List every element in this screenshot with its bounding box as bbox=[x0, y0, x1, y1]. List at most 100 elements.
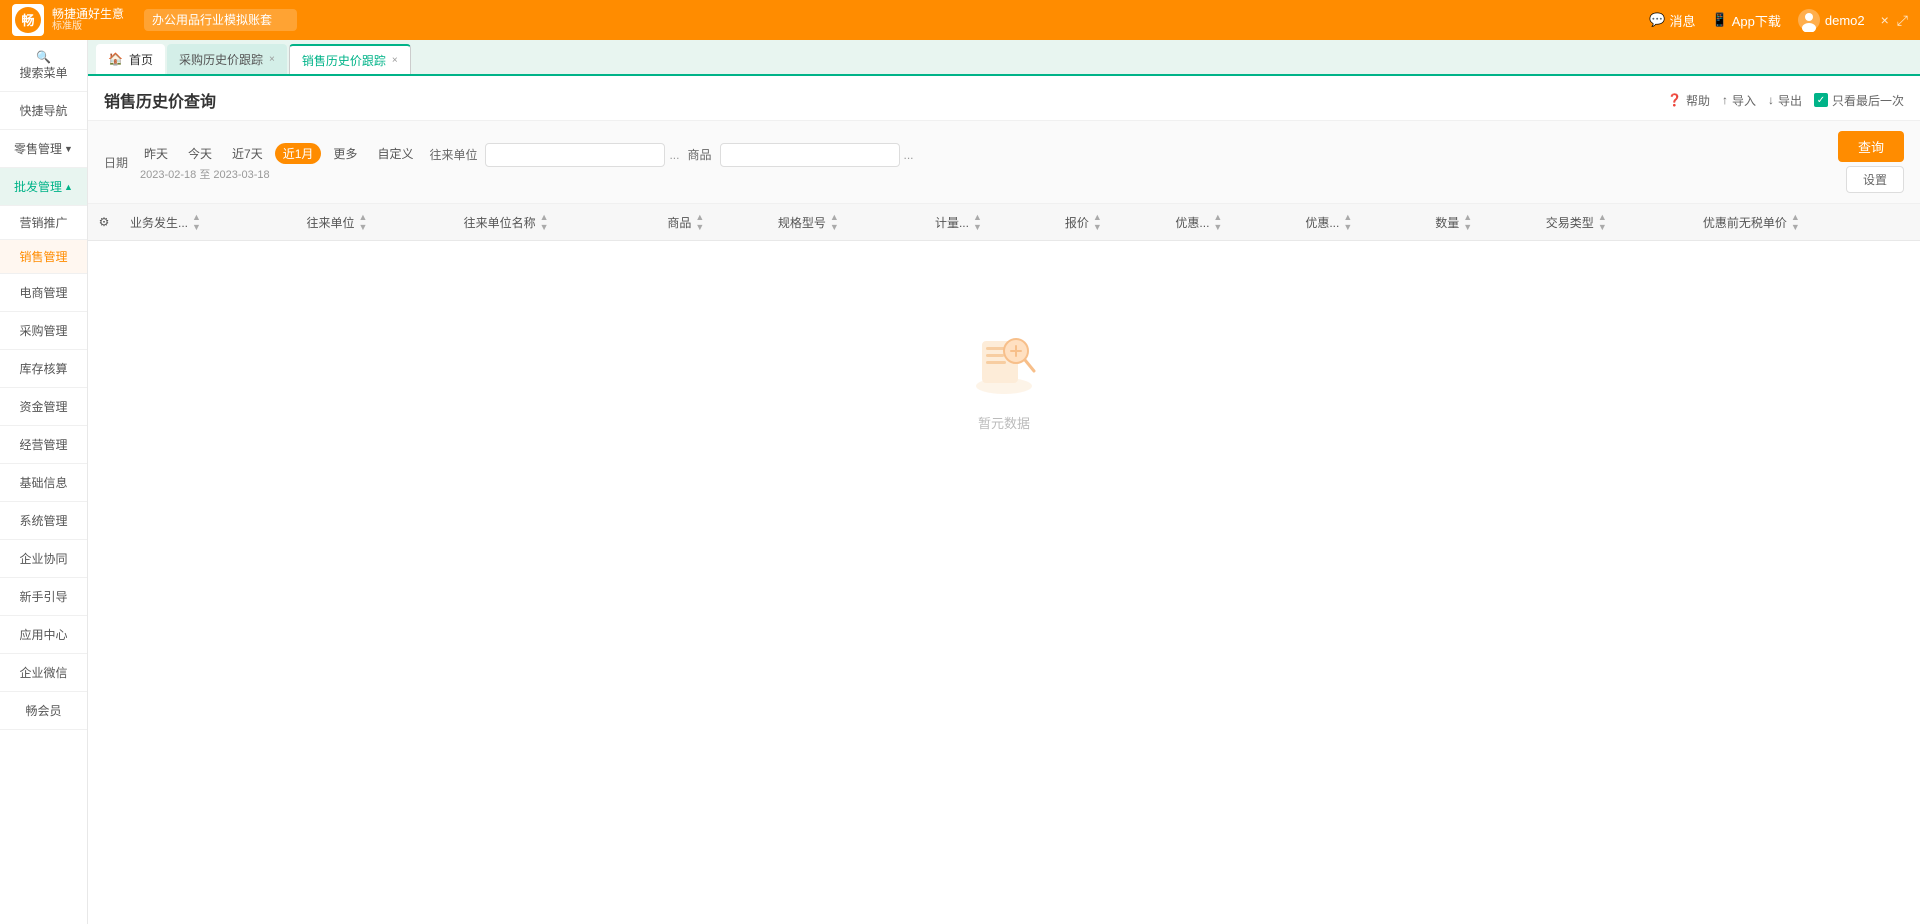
tab-home[interactable]: 🏠 首页 bbox=[96, 44, 165, 74]
partner-input-group: ... bbox=[485, 143, 679, 167]
sort-icon-8: ▲▼ bbox=[1213, 212, 1222, 232]
sidebar-item-ecommerce[interactable]: 电商管理 bbox=[0, 274, 87, 312]
partner-dots[interactable]: ... bbox=[669, 148, 679, 162]
sidebar-item-quick-nav[interactable]: 快捷导航 bbox=[0, 92, 87, 130]
app-logo: 畅 bbox=[12, 4, 44, 36]
settings-button[interactable]: 设置 bbox=[1846, 166, 1904, 193]
table-col-discount1[interactable]: 优惠... ▲▼ bbox=[1165, 204, 1295, 241]
empty-illustration bbox=[964, 321, 1044, 401]
message-btn[interactable]: 💬 消息 bbox=[1649, 11, 1695, 30]
sidebar-item-marketing[interactable]: 营销推广 bbox=[0, 206, 87, 240]
date-1month[interactable]: 近1月 bbox=[275, 143, 322, 164]
page-content: 销售历史价查询 ❓ 帮助 ↑ 导入 ↓ 导出 ✓ bbox=[88, 76, 1920, 924]
sort-icon-11: ▲▼ bbox=[1598, 212, 1607, 232]
sort-icon: ▲▼ bbox=[192, 212, 201, 232]
sidebar: 🔍 搜索菜单 快捷导航 零售管理 ▼ 批发管理 ▲ 营销推广 销售管理 电商管理… bbox=[0, 40, 88, 924]
phone-icon: 📱 bbox=[1712, 12, 1728, 28]
partner-label: 往来单位 bbox=[429, 146, 477, 163]
sidebar-item-operations[interactable]: 经营管理 bbox=[0, 426, 87, 464]
help-icon: ❓ bbox=[1667, 93, 1682, 107]
table-col-biz-date[interactable]: 业务发生... ▲▼ bbox=[120, 204, 297, 241]
date-7days[interactable]: 近7天 bbox=[224, 143, 271, 164]
last-once-checkbox[interactable]: ✓ bbox=[1814, 93, 1828, 107]
sidebar-item-retail-mgmt[interactable]: 零售管理 ▼ bbox=[0, 130, 87, 168]
maximize-window-btn[interactable]: ⤢ bbox=[1897, 12, 1908, 29]
data-table: ⚙ 业务发生... ▲▼ 往来单位 bbox=[88, 204, 1920, 241]
goods-input-group: ... bbox=[720, 143, 914, 167]
topbar-right: 💬 消息 📱 App下载 demo2 × ⤢ bbox=[1649, 8, 1908, 32]
table-col-quantity[interactable]: 数量 ▲▼ bbox=[1425, 204, 1536, 241]
date-custom[interactable]: 自定义 bbox=[369, 143, 421, 164]
import-icon: ↑ bbox=[1722, 93, 1728, 107]
close-window-btn[interactable]: × bbox=[1881, 12, 1889, 28]
sort-icon-7: ▲▼ bbox=[1093, 212, 1102, 232]
date-more[interactable]: 更多 bbox=[325, 143, 365, 164]
filter-actions: 查询 设置 bbox=[1838, 131, 1904, 193]
sort-icon-2: ▲▼ bbox=[359, 212, 368, 232]
table-col-goods[interactable]: 商品 ▲▼ bbox=[657, 204, 768, 241]
table-header-row: ⚙ 业务发生... ▲▼ 往来单位 bbox=[88, 204, 1920, 241]
app-title: 畅捷通好生意 标准版 bbox=[52, 7, 124, 33]
table-col-trade-type[interactable]: 交易类型 ▲▼ bbox=[1536, 204, 1693, 241]
sidebar-item-wholesale-mgmt[interactable]: 批发管理 ▲ bbox=[0, 168, 87, 206]
table-col-unit[interactable]: 计量... ▲▼ bbox=[925, 204, 1055, 241]
export-icon: ↓ bbox=[1768, 93, 1774, 107]
table-col-spec[interactable]: 规格型号 ▲▼ bbox=[768, 204, 925, 241]
import-btn[interactable]: ↑ 导入 bbox=[1722, 92, 1756, 109]
export-btn[interactable]: ↓ 导出 bbox=[1768, 92, 1802, 109]
help-btn[interactable]: ❓ 帮助 bbox=[1667, 92, 1710, 109]
sort-icon-10: ▲▼ bbox=[1463, 212, 1472, 232]
page-header-actions: ❓ 帮助 ↑ 导入 ↓ 导出 ✓ 只看最后一次 bbox=[1667, 92, 1904, 109]
topbar: 畅 畅捷通好生意 标准版 办公用品行业模拟账套 💬 消息 📱 App下载 dem bbox=[0, 0, 1920, 40]
sort-icon-4: ▲▼ bbox=[695, 212, 704, 232]
chevron-down-icon: ▼ bbox=[64, 144, 73, 154]
sidebar-item-purchase[interactable]: 采购管理 bbox=[0, 312, 87, 350]
table-col-partner-code[interactable]: 往来单位 ▲▼ bbox=[297, 204, 454, 241]
sidebar-item-vip[interactable]: 畅会员 bbox=[0, 692, 87, 730]
sidebar-item-guide[interactable]: 新手引导 bbox=[0, 578, 87, 616]
tab-sales-history-close[interactable]: × bbox=[392, 55, 398, 66]
sort-icon-6: ▲▼ bbox=[973, 212, 982, 232]
tab-bar: 🏠 首页 采购历史价跟踪 × 销售历史价跟踪 × bbox=[88, 40, 1920, 76]
app-download-btn[interactable]: 📱 App下载 bbox=[1712, 11, 1781, 30]
partner-filter-group: 往来单位 ... bbox=[429, 143, 679, 167]
topbar-left: 畅 畅捷通好生意 标准版 bbox=[12, 4, 124, 36]
partner-input[interactable] bbox=[485, 143, 665, 167]
last-once-wrapper[interactable]: ✓ 只看最后一次 bbox=[1814, 92, 1904, 109]
empty-state: 暂元数据 bbox=[88, 241, 1920, 512]
sidebar-item-enterprise[interactable]: 企业协同 bbox=[0, 540, 87, 578]
search-icon: 🔍 bbox=[36, 50, 51, 64]
sidebar-item-system[interactable]: 系统管理 bbox=[0, 502, 87, 540]
message-icon: 💬 bbox=[1649, 12, 1665, 28]
date-filter-group: 日期 昨天 今天 近7天 近1月 更多 自定义 2023-02-18 至 202… bbox=[104, 143, 421, 182]
sidebar-item-sales-mgmt[interactable]: 销售管理 bbox=[0, 240, 87, 274]
table-settings-col[interactable]: ⚙ bbox=[88, 204, 120, 241]
date-pills: 昨天 今天 近7天 近1月 更多 自定义 bbox=[136, 143, 421, 164]
table-col-discount2[interactable]: 优惠... ▲▼ bbox=[1295, 204, 1425, 241]
table-col-quote[interactable]: 报价 ▲▼ bbox=[1055, 204, 1166, 241]
sidebar-item-app-center[interactable]: 应用中心 bbox=[0, 616, 87, 654]
sidebar-item-base-info[interactable]: 基础信息 bbox=[0, 464, 87, 502]
tab-purchase-history[interactable]: 采购历史价跟踪 × bbox=[167, 44, 287, 74]
sidebar-item-finance[interactable]: 资金管理 bbox=[0, 388, 87, 426]
sort-icon-3: ▲▼ bbox=[540, 212, 549, 232]
sort-icon-12: ▲▼ bbox=[1791, 212, 1800, 232]
query-button[interactable]: 查询 bbox=[1838, 131, 1904, 162]
goods-dots[interactable]: ... bbox=[904, 148, 914, 162]
chevron-up-icon: ▲ bbox=[64, 182, 73, 192]
goods-label: 商品 bbox=[687, 146, 711, 163]
goods-input[interactable] bbox=[720, 143, 900, 167]
date-today[interactable]: 今天 bbox=[180, 143, 220, 164]
sidebar-item-search-menu[interactable]: 🔍 搜索菜单 bbox=[0, 40, 87, 92]
date-yesterday[interactable]: 昨天 bbox=[136, 143, 176, 164]
table-col-partner-name[interactable]: 往来单位名称 ▲▼ bbox=[454, 204, 658, 241]
gear-icon: ⚙ bbox=[99, 215, 110, 229]
sidebar-item-inventory[interactable]: 库存核算 bbox=[0, 350, 87, 388]
sidebar-item-enterprise-wechat[interactable]: 企业微信 bbox=[0, 654, 87, 692]
tab-sales-history[interactable]: 销售历史价跟踪 × bbox=[289, 44, 411, 74]
account-selector[interactable]: 办公用品行业模拟账套 bbox=[144, 9, 297, 31]
user-avatar[interactable]: demo2 bbox=[1797, 8, 1865, 32]
table-col-pretax-price[interactable]: 优惠前无税单价 ▲▼ bbox=[1693, 204, 1920, 241]
filter-area: 日期 昨天 今天 近7天 近1月 更多 自定义 2023-02-18 至 202… bbox=[88, 121, 1920, 204]
tab-purchase-history-close[interactable]: × bbox=[269, 54, 275, 65]
